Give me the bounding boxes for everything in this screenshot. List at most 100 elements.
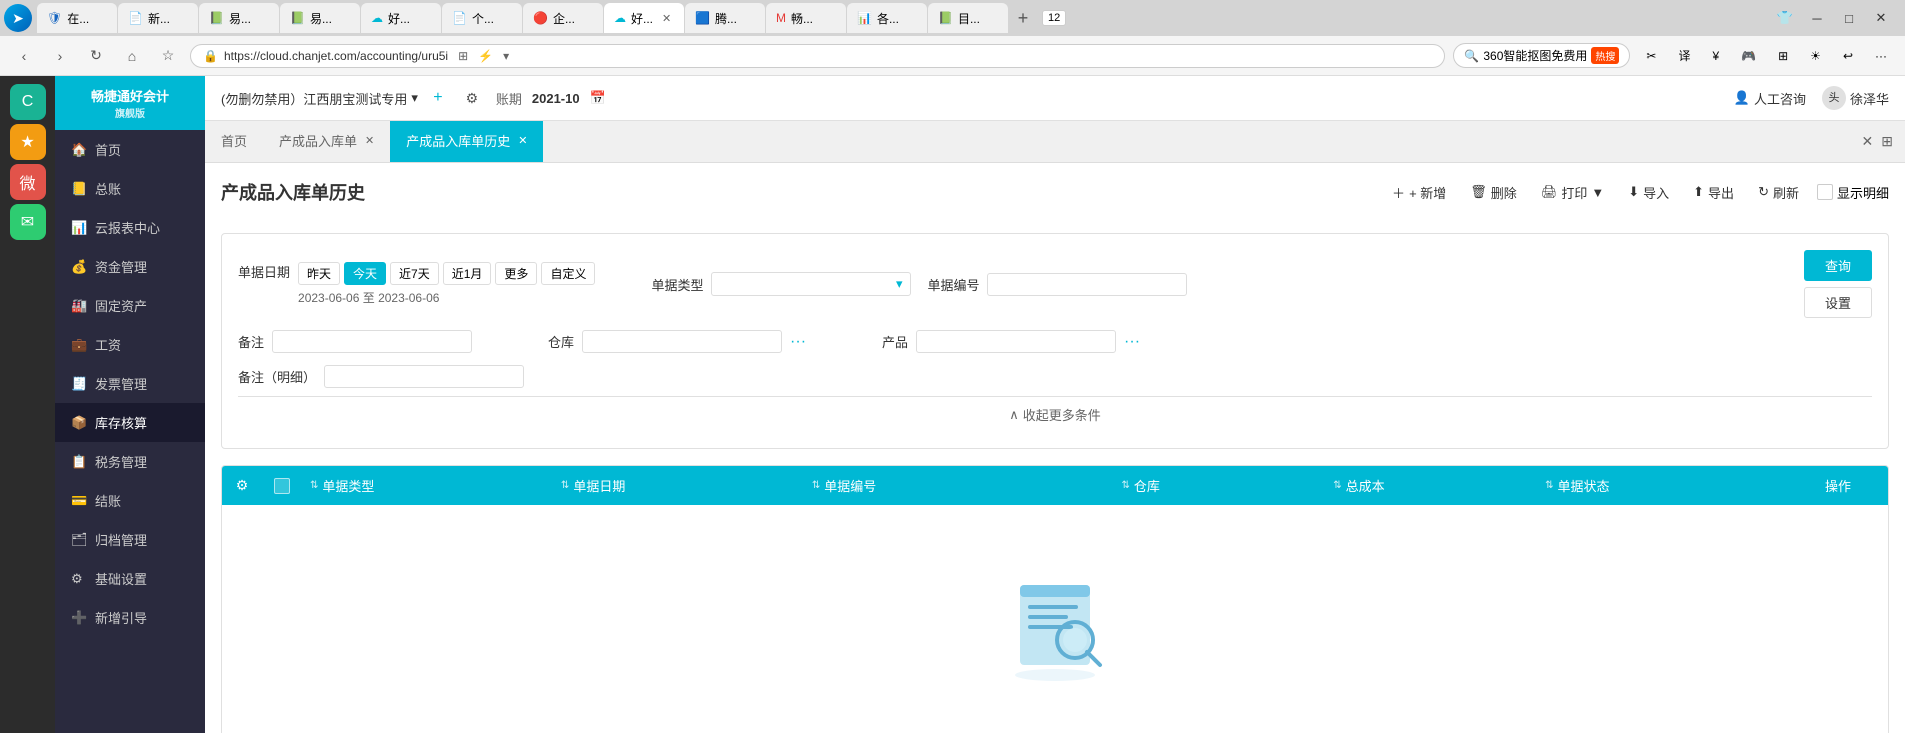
warehouse-filter-input[interactable] — [582, 330, 782, 353]
light-tool[interactable]: ☀ — [1802, 46, 1829, 66]
product-dots[interactable]: ··· — [1124, 333, 1140, 351]
translate-tool[interactable]: 译 — [1670, 44, 1698, 67]
add-company-button[interactable]: + — [428, 88, 448, 108]
sidebar-item-more[interactable]: ➕ 新增引导 — [55, 598, 205, 637]
sidebar-item-home[interactable]: 🏠 首页 — [55, 130, 205, 169]
delete-button[interactable]: 🗑 删除 — [1464, 180, 1523, 205]
company-select[interactable]: (勿删勿禁用）江西朋宝测试专用 ▾ — [221, 89, 418, 108]
calendar-icon[interactable]: 📅 — [590, 90, 606, 106]
sidebar-item-ledger[interactable]: 📒 总账 — [55, 169, 205, 208]
browser-tab-8[interactable]: ☁ 好... ✕ — [604, 3, 684, 33]
tab-area-more-icon[interactable]: ⊞ — [1881, 133, 1893, 150]
browser-tab-11[interactable]: 📊 各... — [847, 3, 927, 33]
service-button[interactable]: 👤 人工咨询 — [1734, 89, 1806, 108]
col-header-warehouse[interactable]: ⇅ 仓库 — [1114, 466, 1326, 505]
browser-tab-4[interactable]: 📗 易... — [280, 3, 360, 33]
close-button[interactable]: ✕ — [1869, 6, 1893, 30]
export-button[interactable]: ⬆ 导出 — [1687, 180, 1740, 205]
bookmark-button[interactable]: ☆ — [154, 42, 182, 70]
tab-8-close[interactable]: ✕ — [662, 12, 671, 25]
page-tab-history[interactable]: 产成品入库单历史 ✕ — [390, 121, 543, 162]
warehouse-dots[interactable]: ··· — [790, 333, 806, 351]
date-btn-1month[interactable]: 近1月 — [443, 262, 492, 285]
date-btn-today[interactable]: 今天 — [344, 262, 386, 285]
sidebar-item-settings[interactable]: ⚙ 基础设置 — [55, 559, 205, 598]
remark-filter-input[interactable] — [272, 330, 472, 353]
type-filter-select[interactable]: ▾ — [711, 272, 911, 296]
browser-tab-2[interactable]: 📄 新... — [118, 3, 198, 33]
browser-tab-1[interactable]: 🛡 在... — [37, 3, 117, 33]
display-checkbox[interactable] — [1817, 184, 1833, 200]
date-btn-more[interactable]: 更多 — [495, 262, 537, 285]
back-button[interactable]: ‹ — [10, 42, 38, 70]
add-button[interactable]: ＋ + 新增 — [1386, 180, 1452, 205]
sidebar-item-invoice[interactable]: 🧾 发票管理 — [55, 364, 205, 403]
app-icon-chanjet[interactable]: C — [10, 84, 46, 120]
page-tab-home[interactable]: 首页 — [205, 121, 263, 162]
sidebar-item-payroll[interactable]: 💼 工资 — [55, 325, 205, 364]
filter-settings-button[interactable]: 设置 — [1804, 287, 1872, 318]
browser-tab-3[interactable]: 📗 易... — [199, 3, 279, 33]
import-button[interactable]: ⬇ 导入 — [1622, 180, 1675, 205]
maximize-button[interactable]: □ — [1837, 6, 1861, 30]
query-button[interactable]: 查询 — [1804, 250, 1872, 281]
browser-tab-5[interactable]: ☁ 好... — [361, 3, 441, 33]
browser-tab-6[interactable]: 📄 个... — [442, 3, 522, 33]
collapse-button[interactable]: ∧ 收起更多条件 — [238, 396, 1872, 432]
col-header-cost[interactable]: ⇅ 总成本 — [1325, 466, 1537, 505]
home-button[interactable]: ⌂ — [118, 42, 146, 70]
print-button[interactable]: 🖨 打印 ▼ — [1535, 180, 1610, 205]
app-icon-weibo[interactable]: 微 — [10, 164, 46, 200]
display-detail-toggle[interactable]: 显示明细 — [1817, 183, 1889, 202]
sidebar-item-checkout[interactable]: 💳 结账 — [55, 481, 205, 520]
search-text: 360智能抠图免费用 — [1483, 47, 1587, 64]
date-btn-7days[interactable]: 近7天 — [390, 262, 439, 285]
app-icon-mail[interactable]: ✉ — [10, 204, 46, 240]
yuan-tool[interactable]: ¥ — [1704, 46, 1727, 66]
no-filter-input[interactable] — [987, 273, 1187, 296]
browser-tab-12[interactable]: 📗 目... — [928, 3, 1008, 33]
tab-area-close-icon[interactable]: ✕ — [1862, 133, 1874, 150]
forward-button[interactable]: › — [46, 42, 74, 70]
sidebar-item-fund[interactable]: 💰 资金管理 — [55, 247, 205, 286]
col-header-type[interactable]: ⇅ 单据类型 — [302, 466, 553, 505]
date-btn-yesterday[interactable]: 昨天 — [298, 262, 340, 285]
refresh-button[interactable]: ↻ — [82, 42, 110, 70]
browser-tab-7[interactable]: 🔴 企... — [523, 3, 603, 33]
shirt-icon-btn[interactable]: 👕 — [1773, 6, 1797, 30]
more-tool[interactable]: ··· — [1867, 46, 1895, 66]
back-tool[interactable]: ↩ — [1835, 46, 1861, 66]
page-tab-list-close[interactable]: ✕ — [365, 134, 374, 147]
company-settings-button[interactable]: ⚙ — [458, 84, 486, 112]
refresh-button[interactable]: ↻ 刷新 — [1752, 180, 1805, 205]
sidebar-item-report[interactable]: 📊 云报表中心 — [55, 208, 205, 247]
browser-tab-10[interactable]: M 畅... — [766, 3, 846, 33]
col-header-status[interactable]: ⇅ 单据状态 — [1537, 466, 1788, 505]
scissors-tool[interactable]: ✂ — [1638, 46, 1664, 66]
sidebar-item-tax[interactable]: 📋 税务管理 — [55, 442, 205, 481]
new-tab-button[interactable]: + — [1009, 4, 1037, 32]
browser-tab-9[interactable]: 🟦 腾... — [685, 3, 765, 33]
sidebar-item-fixed[interactable]: 🏭 固定资产 — [55, 286, 205, 325]
url-bar[interactable]: 🔒 https://cloud.chanjet.com/accounting/u… — [190, 44, 1445, 68]
date-btn-custom[interactable]: 自定义 — [541, 262, 595, 285]
search-bar[interactable]: 🔍 360智能抠图免费用 热搜 — [1453, 43, 1630, 68]
tab-5-icon: ☁ — [371, 11, 383, 25]
page-tab-list[interactable]: 产成品入库单 ✕ — [263, 121, 390, 162]
grid-tool[interactable]: ⊞ — [1770, 46, 1796, 66]
minimize-button[interactable]: ─ — [1805, 6, 1829, 30]
table-select-all-checkbox[interactable] — [262, 468, 302, 504]
product-filter-input[interactable] — [916, 330, 1116, 353]
sidebar-item-inventory[interactable]: 📦 库存核算 — [55, 403, 205, 442]
dropdown-arrow[interactable]: ▾ — [503, 49, 509, 63]
app-icon-star[interactable]: ★ — [10, 124, 46, 160]
col-header-no[interactable]: ⇅ 单据编号 — [804, 466, 1114, 505]
browser-nav-icon[interactable]: ➤ — [4, 4, 32, 32]
table-settings-icon[interactable]: ⚙ — [222, 467, 262, 504]
page-tab-history-close[interactable]: ✕ — [518, 134, 527, 147]
remark-detail-filter-input[interactable] — [324, 365, 524, 388]
game-tool[interactable]: 🎮 — [1733, 46, 1764, 66]
user-menu[interactable]: 头 徐泽华 — [1822, 86, 1889, 110]
sidebar-item-archive[interactable]: 🗂 归档管理 — [55, 520, 205, 559]
col-header-date[interactable]: ⇅ 单据日期 — [553, 466, 804, 505]
